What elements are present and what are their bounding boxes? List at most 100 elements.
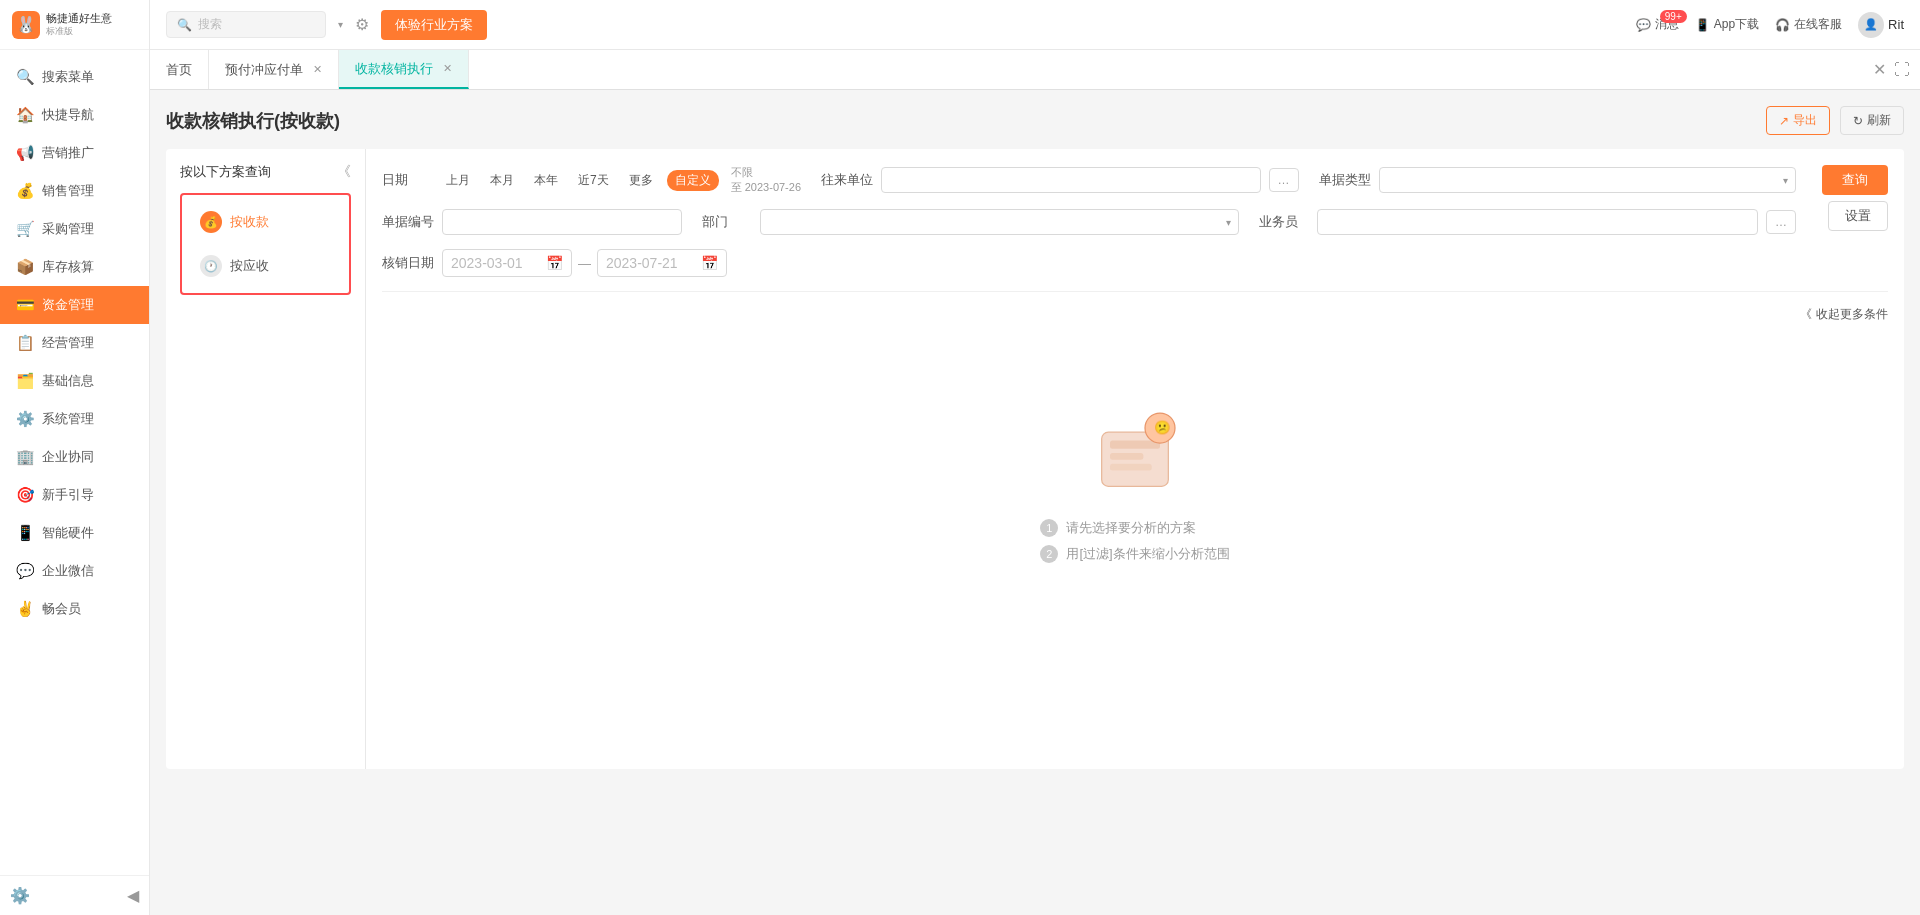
date-separator: — [578, 256, 591, 271]
service-icon: 🎧 [1775, 18, 1790, 32]
staff-ellipsis-button[interactable]: … [1766, 210, 1796, 234]
topbar-search-box[interactable]: 🔍 搜索 [166, 11, 326, 38]
settings-button[interactable]: 设置 [1828, 201, 1888, 231]
query-button[interactable]: 查询 [1822, 165, 1888, 195]
tab-receipt-close-icon[interactable]: ✕ [443, 62, 452, 75]
search-icon: 🔍 [16, 68, 34, 86]
writeoff-date-start[interactable]: 2023-03-01 📅 [442, 249, 572, 277]
date-btn-7days[interactable]: 近7天 [572, 170, 615, 191]
main-panel: 日期 上月 本月 本年 近7天 更多 自定义 [366, 149, 1904, 769]
filter-collapse-button[interactable]: 《 [337, 163, 351, 181]
sidebar-item-finance[interactable]: 💳 资金管理 [0, 286, 149, 324]
query-actions: 查询 设置 [1812, 165, 1888, 231]
date-field: 日期 上月 本月 本年 近7天 更多 自定义 [382, 165, 801, 195]
tab-home[interactable]: 首页 [150, 50, 209, 89]
refresh-button[interactable]: ↻ 刷新 [1840, 106, 1904, 135]
industry-button[interactable]: 体验行业方案 [381, 10, 487, 40]
by-receipt-label: 按收款 [230, 213, 269, 231]
dept-select-wrapper: ▾ [760, 209, 1239, 235]
system-icon: ⚙️ [16, 410, 34, 428]
counterpart-input[interactable] [881, 167, 1260, 193]
page-title: 收款核销执行(按收款) [166, 109, 340, 133]
sidebar-collapse-button[interactable]: ◀ [127, 886, 139, 905]
export-label: 导出 [1793, 112, 1817, 129]
sidebar-item-sales[interactable]: 💰 销售管理 [0, 172, 149, 210]
sidebar-menu: 🔍 搜索菜单 🏠 快捷导航 📢 营销推广 💰 销售管理 🛒 采购管理 📦 库存核… [0, 50, 149, 875]
sidebar: 🐰 畅捷通好生意 标准版 🔍 搜索菜单 🏠 快捷导航 📢 营销推广 💰 销售管理… [0, 0, 150, 915]
counterpart-field: 往来单位 … [821, 167, 1298, 193]
tab-receipt-writeoff[interactable]: 收款核销执行 ✕ [339, 50, 469, 89]
sidebar-item-marketing[interactable]: 📢 营销推广 [0, 134, 149, 172]
dept-select[interactable] [760, 209, 1239, 235]
collapse-more-btn[interactable]: 《 收起更多条件 [1800, 300, 1888, 329]
sidebar-item-search[interactable]: 🔍 搜索菜单 [0, 58, 149, 96]
sidebar-item-purchase[interactable]: 🛒 采购管理 [0, 210, 149, 248]
logo-icon: 🐰 [12, 11, 40, 39]
date-btn-more[interactable]: 更多 [623, 170, 659, 191]
sidebar-label-purchase: 采购管理 [42, 220, 94, 238]
tabbar: 首页 预付冲应付单 ✕ 收款核销执行 ✕ ✕ ⛶ [150, 50, 1920, 90]
logo-area: 🐰 畅捷通好生意 标准版 [0, 0, 149, 50]
date-btn-this-year[interactable]: 本年 [528, 170, 564, 191]
doc-type-select-wrapper: ▾ [1379, 167, 1796, 193]
date-btn-custom[interactable]: 自定义 [667, 170, 719, 191]
export-button[interactable]: ↗ 导出 [1766, 106, 1830, 135]
logo-text-area: 畅捷通好生意 标准版 [46, 11, 112, 38]
dept-field: 部门 ▾ [702, 209, 1239, 235]
writeoff-date-label: 核销日期 [382, 254, 434, 272]
sidebar-label-system: 系统管理 [42, 410, 94, 428]
sidebar-label-search: 搜索菜单 [42, 68, 94, 86]
sidebar-item-basic[interactable]: 🗂️ 基础信息 [0, 362, 149, 400]
sidebar-item-guide[interactable]: 🎯 新手引导 [0, 476, 149, 514]
writeoff-date-end[interactable]: 2023-07-21 📅 [597, 249, 727, 277]
sidebar-item-quick-nav[interactable]: 🏠 快捷导航 [0, 96, 149, 134]
doc-num-field: 单据编号 [382, 209, 682, 235]
tab-maximize-button[interactable]: ⛶ [1894, 61, 1910, 79]
sidebar-item-business[interactable]: 📋 经营管理 [0, 324, 149, 362]
staff-input[interactable] [1317, 209, 1758, 235]
sidebar-label-finance: 资金管理 [42, 296, 94, 314]
sidebar-label-wechat: 企业微信 [42, 562, 94, 580]
tab-prepay[interactable]: 预付冲应付单 ✕ [209, 50, 339, 89]
corp-icon: 🏢 [16, 448, 34, 466]
topbar-app-download[interactable]: 📱 App下载 [1695, 16, 1759, 33]
sidebar-label-basic: 基础信息 [42, 372, 94, 390]
sidebar-label-member: 畅会员 [42, 600, 81, 618]
sidebar-item-hardware[interactable]: 📱 智能硬件 [0, 514, 149, 552]
tab-close-all-button[interactable]: ✕ [1873, 60, 1886, 79]
sidebar-item-member[interactable]: ✌️ 畅会员 [0, 590, 149, 628]
empty-tips: 1 请先选择要分析的方案 2 用[过滤]条件来缩小分析范围 [1040, 519, 1229, 563]
tab-prepay-close-icon[interactable]: ✕ [313, 63, 322, 76]
filter-option-by-receivable[interactable]: 🕐 按应收 [190, 247, 341, 285]
svg-rect-3 [1110, 464, 1152, 471]
sidebar-label-marketing: 营销推广 [42, 144, 94, 162]
sidebar-item-wechat[interactable]: 💬 企业微信 [0, 552, 149, 590]
hardware-icon: 📱 [16, 524, 34, 542]
date-btn-this-month[interactable]: 本月 [484, 170, 520, 191]
dept-label: 部门 [702, 213, 752, 231]
date-label: 日期 [382, 171, 432, 189]
tab-home-label: 首页 [166, 61, 192, 79]
member-icon: ✌️ [16, 600, 34, 618]
filter-option-by-receipt[interactable]: 💰 按收款 [190, 203, 341, 241]
topbar-gear-icon[interactable]: ⚙ [355, 15, 369, 34]
user-avatar: 👤 [1858, 12, 1884, 38]
doc-num-input[interactable] [442, 209, 682, 235]
message-badge: 99+ [1660, 10, 1687, 23]
svg-rect-2 [1110, 453, 1143, 460]
topbar-online-service[interactable]: 🎧 在线客服 [1775, 16, 1842, 33]
topbar-message[interactable]: 💬 消息 99+ [1636, 16, 1679, 33]
counterpart-ellipsis-button[interactable]: … [1269, 168, 1299, 192]
tabbar-actions: ✕ ⛶ [1873, 50, 1920, 89]
sidebar-settings-button[interactable]: ⚙️ [10, 886, 30, 905]
doc-type-select[interactable] [1379, 167, 1796, 193]
page-content: 收款核销执行(按收款) ↗ 导出 ↻ 刷新 按以下方案查询 《 [150, 90, 1920, 915]
sidebar-item-inventory[interactable]: 📦 库存核算 [0, 248, 149, 286]
staff-field: 业务员 … [1259, 209, 1796, 235]
topbar-user[interactable]: 👤 Rit [1858, 12, 1904, 38]
sidebar-item-system[interactable]: ⚙️ 系统管理 [0, 400, 149, 438]
tip-num-1: 1 [1040, 519, 1058, 537]
topbar-left: 🔍 搜索 ▾ ⚙ 体验行业方案 [166, 10, 487, 40]
date-btn-last-month[interactable]: 上月 [440, 170, 476, 191]
sidebar-item-corp[interactable]: 🏢 企业协同 [0, 438, 149, 476]
